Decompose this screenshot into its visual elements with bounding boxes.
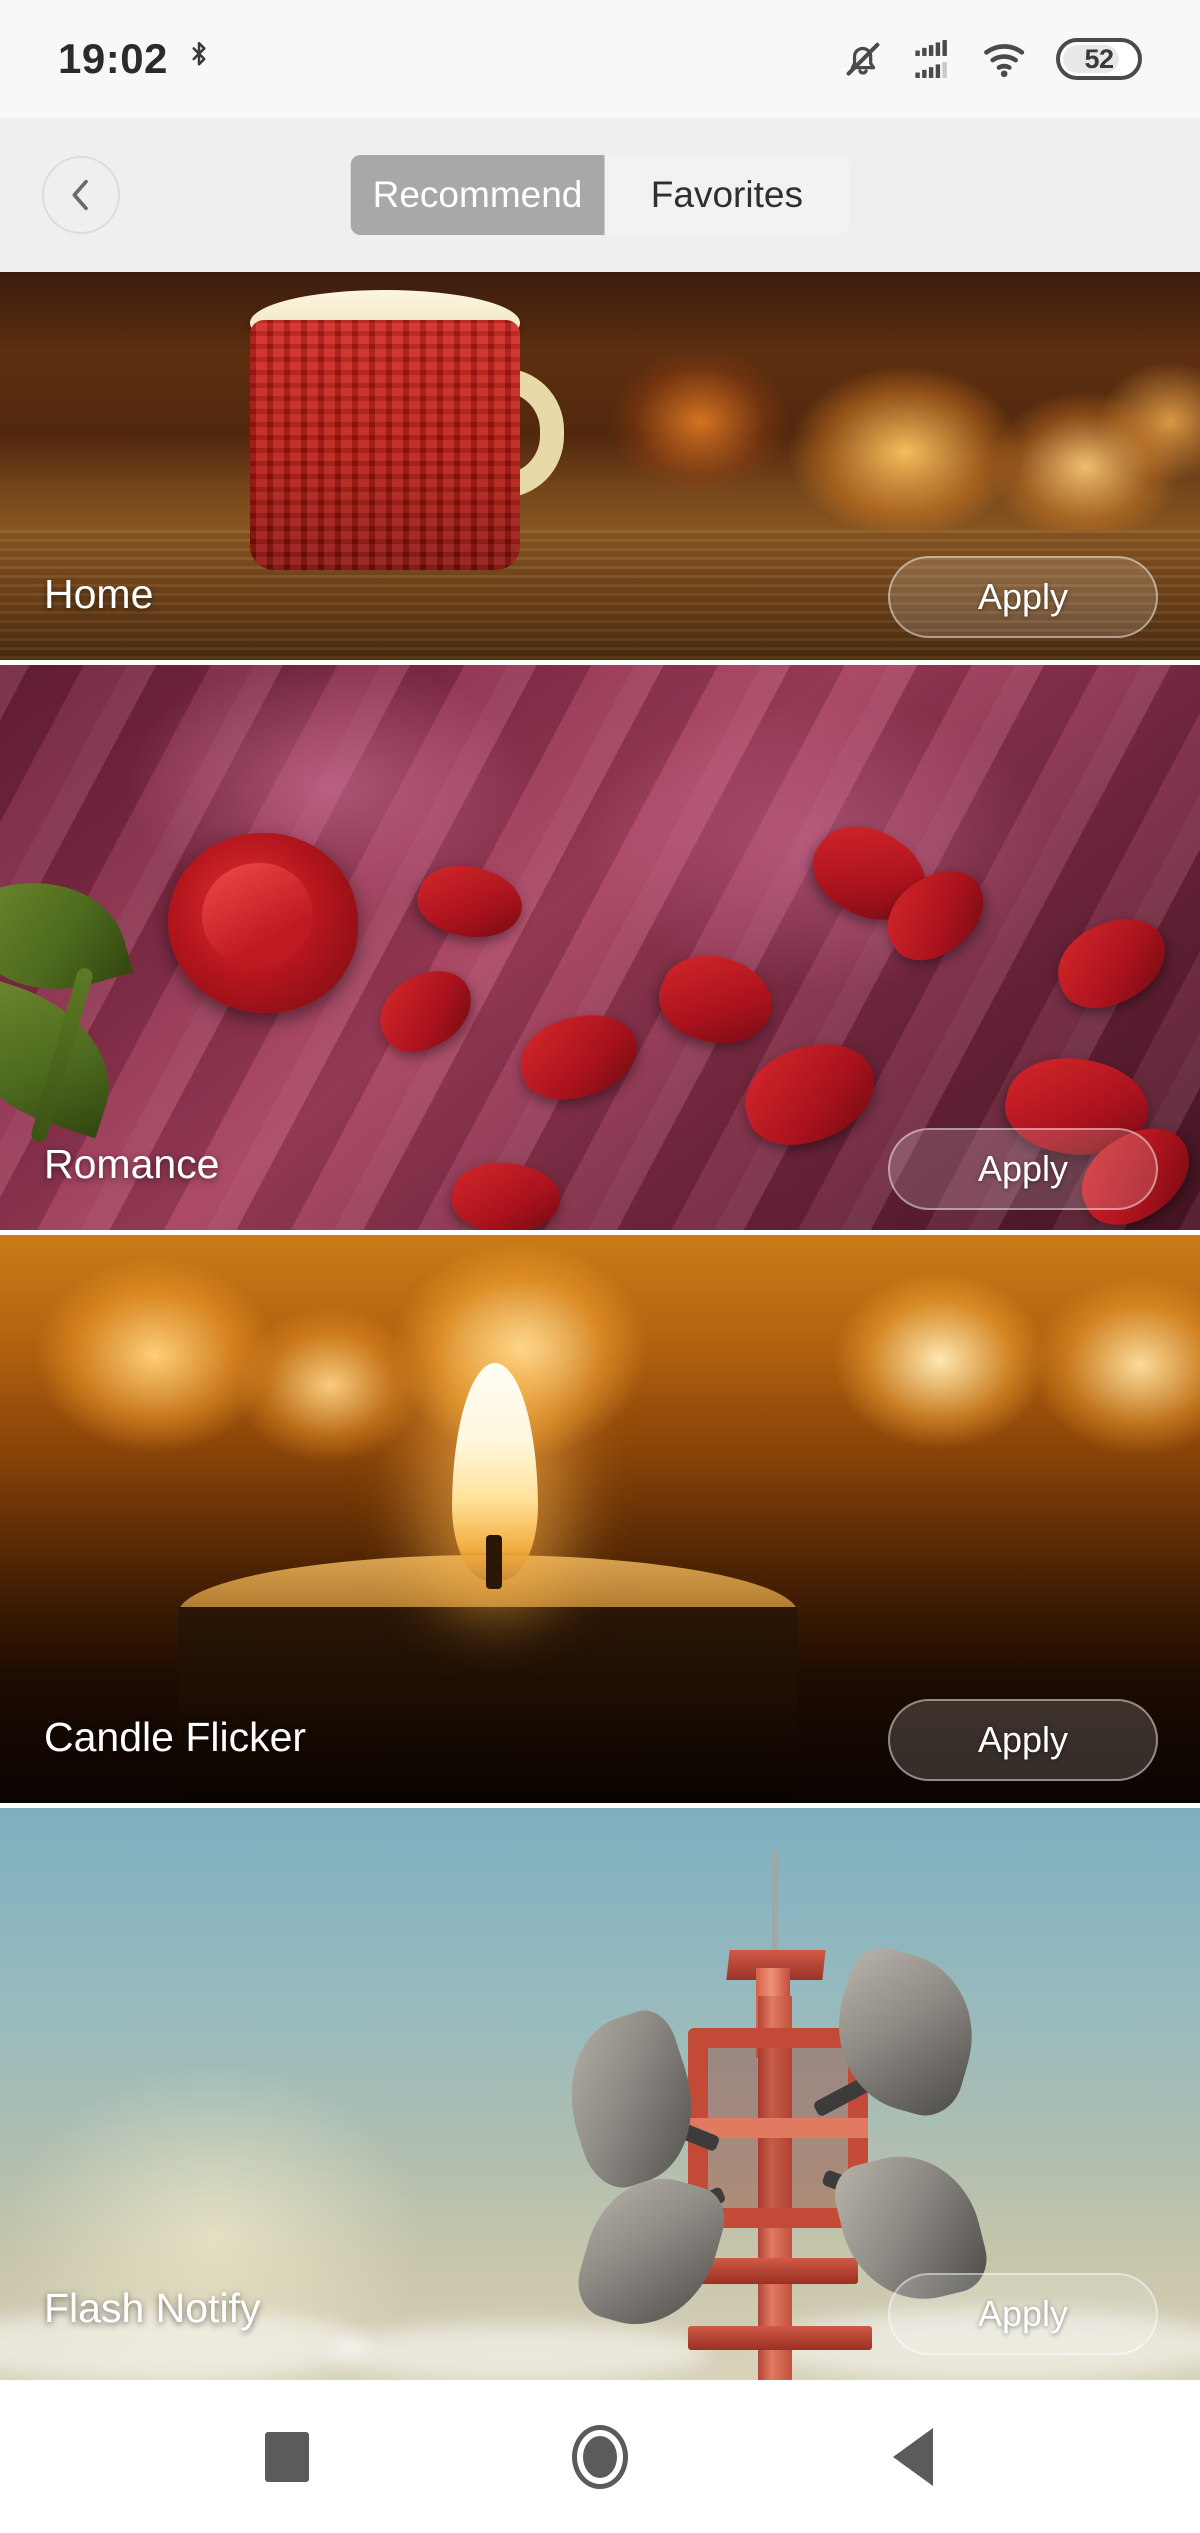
battery-indicator: 52: [1056, 38, 1142, 80]
circle-icon: [571, 2424, 628, 2489]
back-nav-button[interactable]: [858, 2402, 968, 2512]
apply-button[interactable]: Apply: [888, 1128, 1158, 1210]
android-nav-bar: [0, 2380, 1200, 2533]
chevron-left-icon: [72, 179, 88, 211]
bell-muted-icon: [846, 42, 880, 76]
circle-icon-inner: [582, 2435, 617, 2478]
antenna-spire: [772, 1852, 778, 1962]
effect-card-home[interactable]: Home Apply: [0, 272, 1200, 660]
home-button[interactable]: [545, 2402, 655, 2512]
rose-petal: [447, 1155, 565, 1230]
rose-petal: [410, 854, 530, 950]
card-title: Home: [44, 571, 154, 617]
effect-card-flash-notify[interactable]: Flash Notify Apply: [0, 1808, 1200, 2380]
recents-button[interactable]: [232, 2402, 342, 2512]
tab-favorites[interactable]: Favorites: [604, 155, 850, 235]
tab-group: Recommend Favorites: [350, 155, 850, 235]
top-bar: Recommend Favorites: [0, 118, 1200, 272]
rose-petal: [647, 939, 785, 1061]
bluetooth-icon: [192, 41, 206, 66]
status-bar: 19:02 52: [0, 0, 1200, 118]
card-title: Flash Notify: [44, 2285, 261, 2331]
phone-screen: 19:02 52 Recommend Favorites Home Apply …: [0, 0, 1200, 2533]
triangle-left-icon: [893, 2427, 934, 2486]
apply-button[interactable]: Apply: [888, 2273, 1158, 2355]
effect-card-list: Home Apply Romance Apply Candle Flicker …: [0, 272, 1200, 2380]
candle-body: [178, 1607, 798, 1803]
card-title: Candle Flicker: [44, 1714, 307, 1760]
rose-petal: [367, 958, 485, 1064]
effect-card-romance[interactable]: Romance Apply: [0, 665, 1200, 1230]
mug-knit-cozy: [250, 320, 520, 570]
tower-crossbeam: [688, 2326, 872, 2350]
signal-bars-icon: [915, 40, 947, 78]
rose-petal: [734, 1032, 886, 1156]
status-bar-right: 52: [840, 36, 1160, 82]
wifi-icon: [984, 44, 1025, 78]
red-rose: [168, 833, 358, 1013]
back-button[interactable]: [42, 156, 120, 234]
apply-button[interactable]: Apply: [888, 1699, 1158, 1781]
status-clock: 19:02: [58, 35, 168, 82]
rose-petal: [1045, 906, 1179, 1020]
candle-wick: [486, 1535, 502, 1589]
knitted-mug: [232, 290, 564, 590]
tab-recommend[interactable]: Recommend: [350, 155, 605, 235]
card-title: Romance: [44, 1141, 220, 1187]
rose-petal-fold: [202, 863, 312, 967]
rose-petal: [513, 1007, 645, 1107]
effect-card-candle-flicker[interactable]: Candle Flicker Apply: [0, 1235, 1200, 1803]
apply-button[interactable]: Apply: [888, 556, 1158, 638]
tower-crossbeam: [700, 2258, 858, 2284]
battery-level: 52: [1084, 43, 1114, 74]
status-bar-left: 19:02: [58, 35, 212, 83]
square-icon: [264, 2431, 309, 2482]
